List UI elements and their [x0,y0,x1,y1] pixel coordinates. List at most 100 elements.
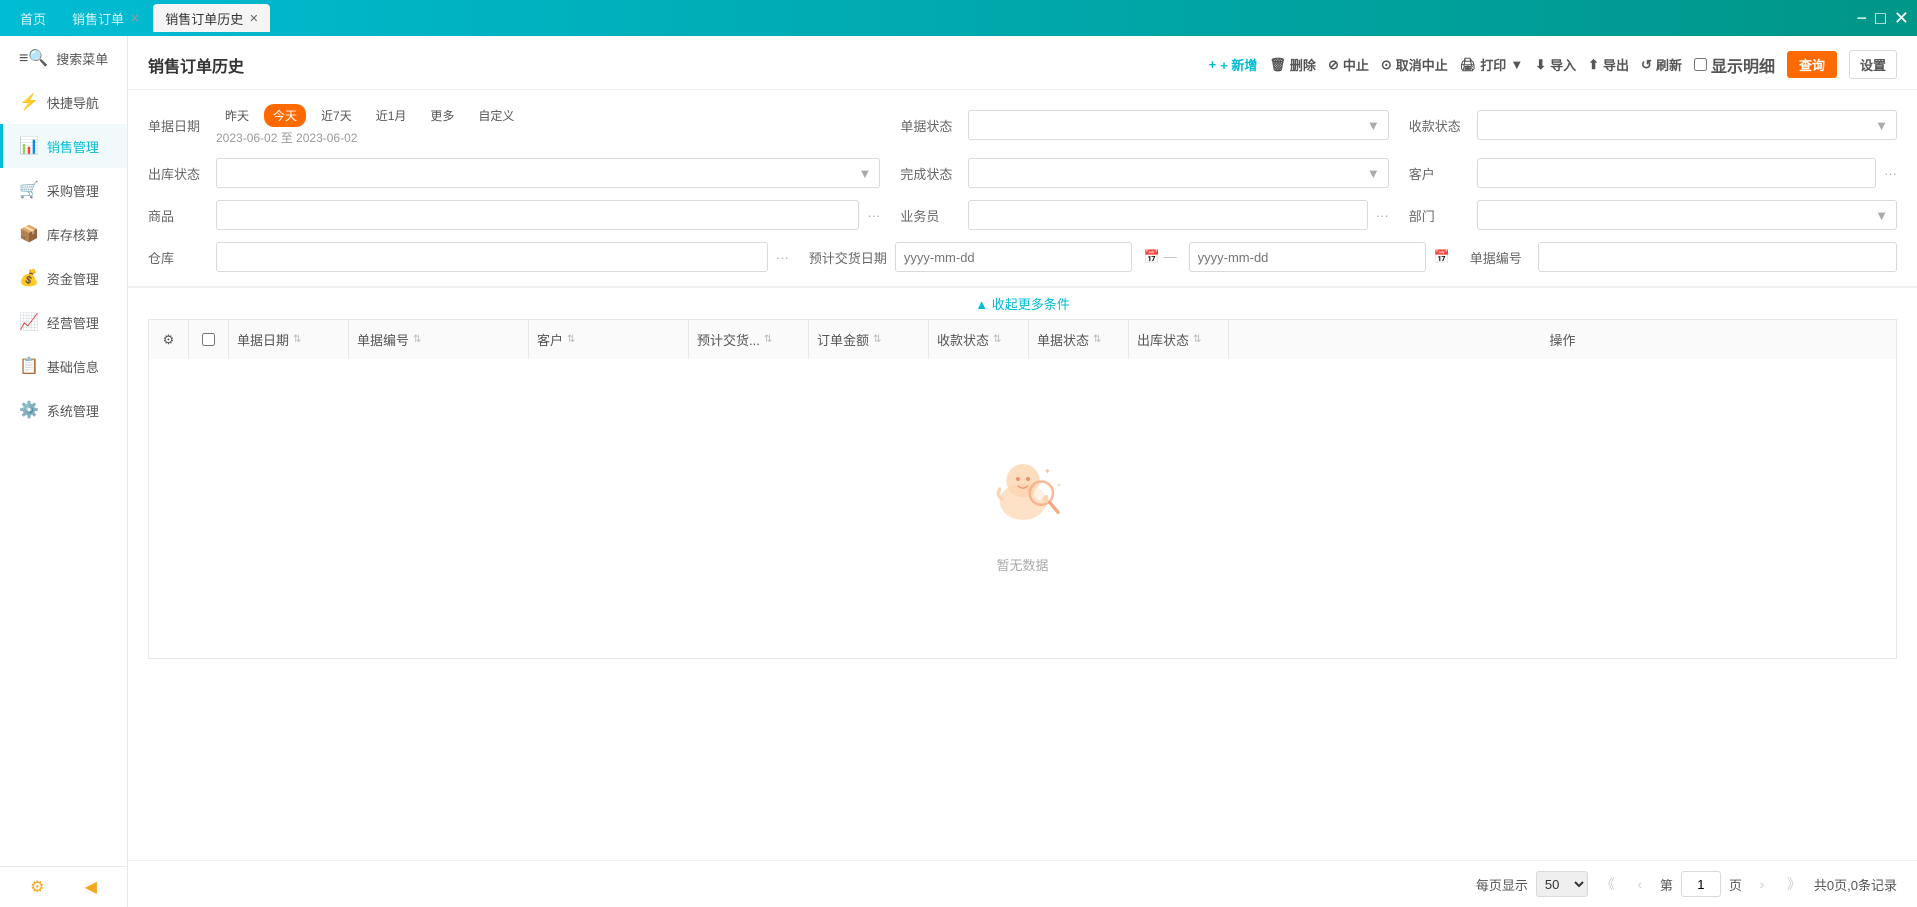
th-doc-date[interactable]: 单据日期 ⇅ [229,320,349,359]
tab-sales-order-history[interactable]: 销售订单历史 ✕ [153,4,270,32]
page-size-select[interactable]: 50 10 20 100 [1536,871,1588,897]
current-page-input[interactable] [1681,871,1721,897]
sidebar-item-system[interactable]: ⚙️ 系统管理 [0,388,127,432]
filter-completion: 完成状态 ▼ [900,158,1388,188]
display-detail-input[interactable] [1694,58,1707,71]
dept-select[interactable]: ▼ [1477,200,1897,230]
sidebar-settings-icon[interactable]: ⚙ [30,877,44,897]
out-stock-select[interactable]: ▼ [216,158,880,188]
cancel-stop-button[interactable]: ⊙ 取消中止 [1381,55,1448,74]
sidebar-collapse-icon[interactable]: ◀ [85,877,97,897]
dept-arrow: ▼ [1875,208,1888,223]
table-body: ✦ ✦ 暂无数据 [148,359,1897,659]
doc-status-arrow: ▼ [1367,118,1380,133]
close-window-icon[interactable]: ✕ [1894,8,1909,29]
th-out-stock-status-sort[interactable]: ⇅ [1193,334,1201,345]
sidebar-bottom: ⚙ ◀ [0,866,127,907]
customer-input[interactable] [1477,158,1876,188]
sidebar-item-operations[interactable]: 📈 经营管理 [0,300,127,344]
date-btn-today[interactable]: 今天 [264,104,306,127]
th-checkbox[interactable] [189,320,229,359]
cancel-stop-label: 取消中止 [1396,55,1448,74]
sidebar-item-sales-mgmt[interactable]: 📊 销售管理 [0,124,127,168]
th-doc-status[interactable]: 单据状态 ⇅ [1029,320,1129,359]
doc-code-label: 单据编号 [1470,248,1530,267]
finance-icon: 💰 [19,268,39,288]
th-expected-delivery[interactable]: 预计交货... ⇅ [689,320,809,359]
print-dropdown-icon[interactable]: ▼ [1510,57,1523,72]
tab-home[interactable]: 首页 [8,4,58,32]
date-btn-custom[interactable]: 自定义 [469,104,523,127]
salesperson-input[interactable] [968,200,1367,230]
th-customer[interactable]: 客户 ⇅ [529,320,689,359]
tab-sales-order-history-label: 销售订单历史 [165,9,243,28]
doc-status-select[interactable]: ▼ [968,110,1388,140]
first-page-button[interactable]: 《 [1596,872,1620,896]
date-btn-1month[interactable]: 近1月 [367,104,416,127]
stop-button[interactable]: ⊘ 中止 [1328,55,1369,74]
export-button[interactable]: ⬆ 导出 [1588,55,1629,74]
delete-button[interactable]: 🗑 删除 [1269,55,1316,74]
display-detail-checkbox[interactable]: 显示明细 [1694,53,1775,77]
th-doc-code-sort[interactable]: ⇅ [413,334,421,345]
th-order-amount[interactable]: 订单金额 ⇅ [809,320,929,359]
page-header: 销售订单历史 + + 新增 🗑 删除 ⊘ 中止 ⊙ 取消中止 [128,36,1917,90]
th-order-amount-sort[interactable]: ⇅ [873,334,881,345]
new-button[interactable]: + + 新增 [1209,55,1258,74]
stop-label: 中止 [1343,55,1369,74]
th-doc-status-sort[interactable]: ⇅ [1093,334,1101,345]
date-btn-yesterday[interactable]: 昨天 [216,104,258,127]
sidebar-item-finance[interactable]: 💰 资金管理 [0,256,127,300]
date-btn-7days[interactable]: 近7天 [312,104,361,127]
th-settings[interactable]: ⚙ [149,320,189,359]
customer-dots[interactable]: ··· [1884,166,1897,181]
tab-sales-order[interactable]: 销售订单 ✕ [60,4,151,32]
tab-sales-order-history-close[interactable]: ✕ [249,12,258,25]
th-out-stock-status[interactable]: 出库状态 ⇅ [1129,320,1229,359]
salesperson-dots[interactable]: ··· [1376,208,1389,223]
query-button[interactable]: 查询 [1787,51,1837,78]
prev-page-button[interactable]: ‹ [1628,872,1652,896]
th-customer-sort[interactable]: ⇅ [567,334,575,345]
tab-sales-order-close[interactable]: ✕ [130,12,139,25]
settings-button[interactable]: 设置 [1849,50,1897,79]
th-receipt-status[interactable]: 收款状态 ⇅ [929,320,1029,359]
filter-doc-status: 单据状态 ▼ [900,110,1388,140]
sidebar-item-finance-label: 资金管理 [47,269,99,288]
goods-input[interactable] [216,200,859,230]
th-doc-code[interactable]: 单据编号 ⇅ [349,320,529,359]
next-page-button[interactable]: › [1750,872,1774,896]
th-doc-date-label: 单据日期 [237,330,289,349]
sidebar-item-search-menu[interactable]: ≡🔍 搜索菜单 [0,36,127,80]
print-button[interactable]: 🖨 打印 ▼ [1460,55,1523,74]
settings-label: 设置 [1860,55,1886,74]
minimize-icon[interactable]: − [1857,8,1868,29]
completion-select[interactable]: ▼ [968,158,1388,188]
warehouse-dots[interactable]: ··· [776,250,789,265]
filter-doc-date: 单据日期 昨天 今天 近7天 近1月 更多 自定义 2023-06-02 至 2… [148,104,880,146]
sidebar-item-quick-nav[interactable]: ⚡ 快捷导航 [0,80,127,124]
sidebar-item-quick-nav-label: 快捷导航 [47,93,99,112]
refresh-button[interactable]: ↺ 刷新 [1641,55,1682,74]
select-all-checkbox[interactable] [202,333,215,346]
import-button[interactable]: ⬇ 导入 [1535,55,1576,74]
sidebar-item-basic-info-label: 基础信息 [47,357,99,376]
receipt-status-select[interactable]: ▼ [1477,110,1897,140]
sidebar-item-basic-info[interactable]: 📋 基础信息 [0,344,127,388]
collapse-bar[interactable]: ▲ 收起更多条件 [128,287,1917,319]
th-expected-delivery-sort[interactable]: ⇅ [764,334,772,345]
maximize-icon[interactable]: □ [1875,8,1886,29]
delivery-date-to[interactable] [1189,242,1426,272]
last-page-button[interactable]: 》 [1782,872,1806,896]
out-stock-label: 出库状态 [148,164,208,183]
sidebar-item-inventory[interactable]: 📦 库存核算 [0,212,127,256]
th-doc-date-sort[interactable]: ⇅ [293,334,301,345]
date-btn-more[interactable]: 更多 [421,104,463,127]
warehouse-input[interactable] [216,242,768,272]
sidebar-item-purchase-mgmt[interactable]: 🛒 采购管理 [0,168,127,212]
sidebar-item-purchase-mgmt-label: 采购管理 [47,181,99,200]
th-receipt-status-sort[interactable]: ⇅ [993,334,1001,345]
delivery-date-from[interactable] [895,242,1132,272]
doc-code-input[interactable] [1538,242,1897,272]
goods-dots[interactable]: ··· [867,208,880,223]
